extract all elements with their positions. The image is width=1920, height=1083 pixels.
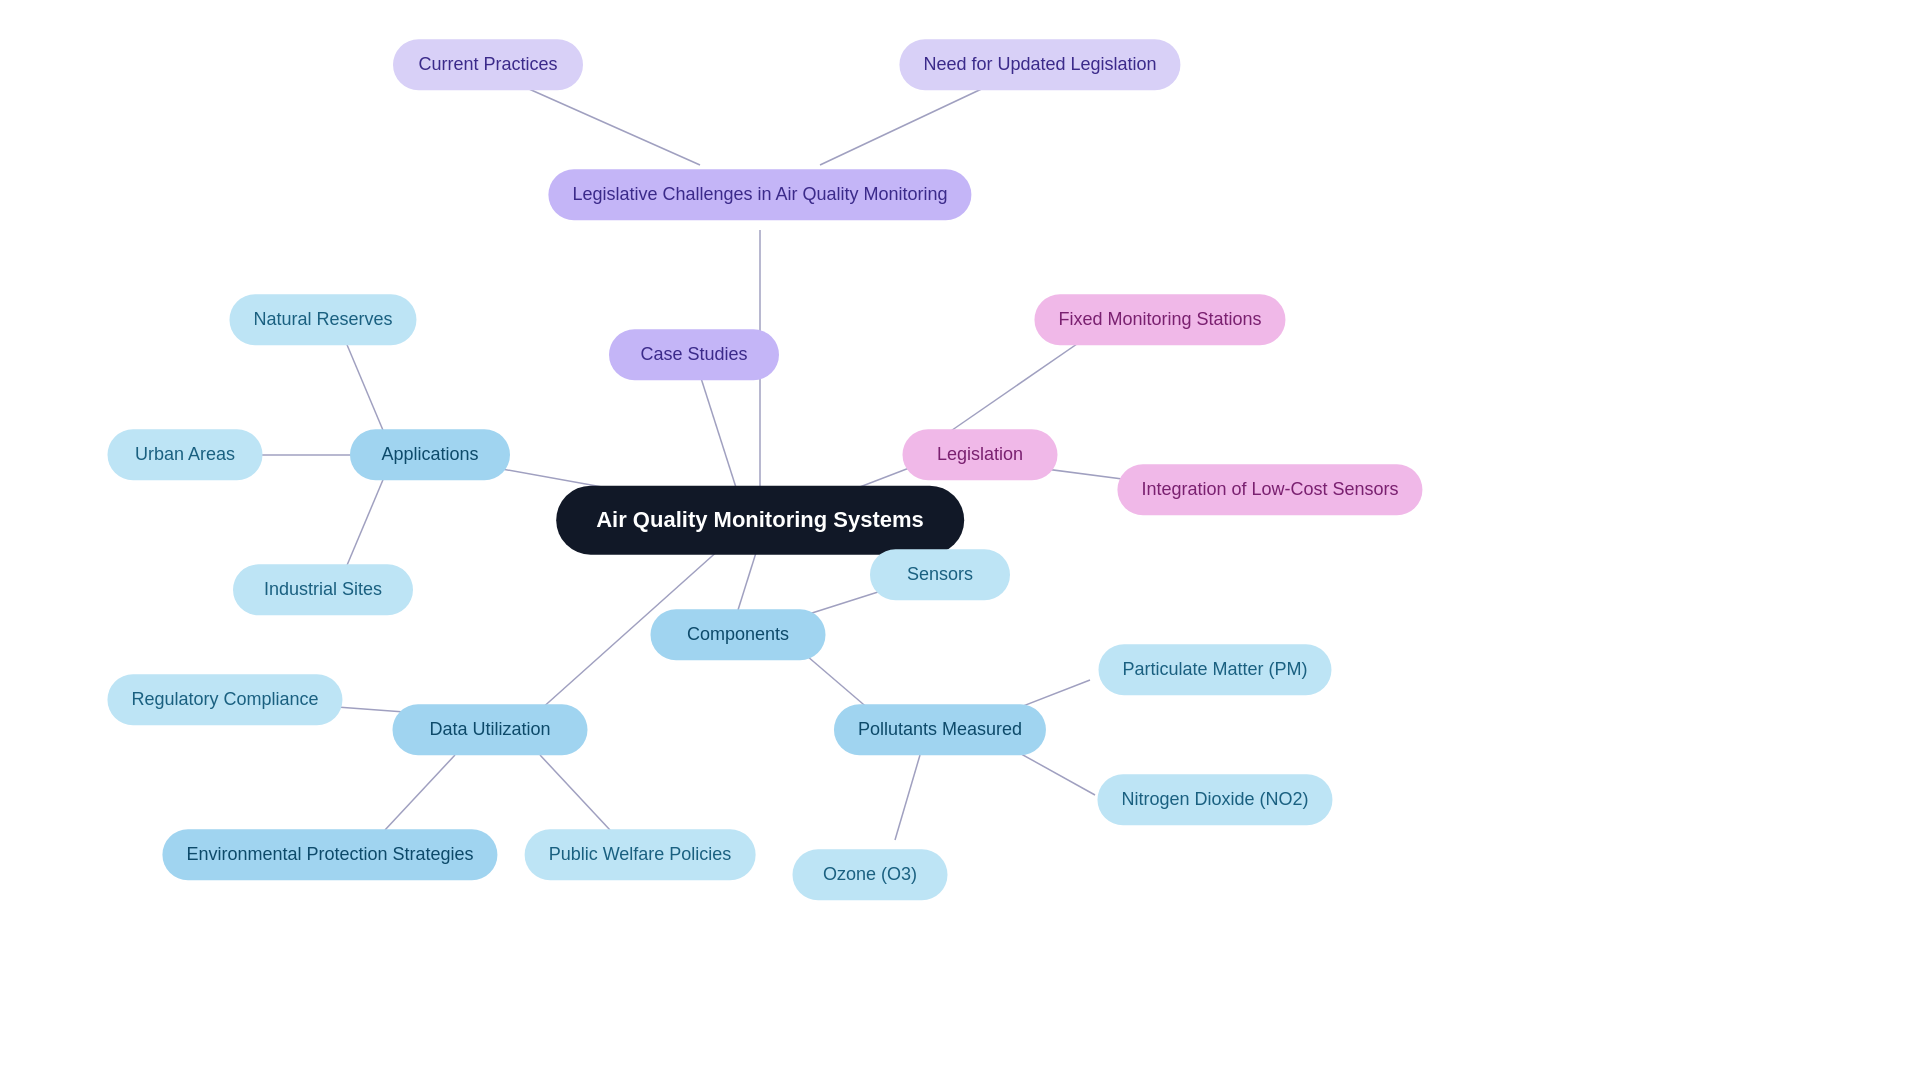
node-current-practices: Current Practices <box>393 39 583 90</box>
node-natural-reserves: Natural Reserves <box>229 294 416 345</box>
svg-line-3 <box>700 375 740 500</box>
svg-line-19 <box>385 755 455 830</box>
connections-svg <box>0 0 1920 1083</box>
node-industrial-sites: Industrial Sites <box>233 564 413 615</box>
svg-line-5 <box>345 340 385 435</box>
node-regulatory-compliance: Regulatory Compliance <box>107 674 342 725</box>
svg-line-1 <box>520 85 700 165</box>
node-center: Air Quality Monitoring Systems <box>556 486 964 555</box>
node-urban-areas: Urban Areas <box>108 429 263 480</box>
node-sensors: Sensors <box>870 549 1010 600</box>
node-ozone: Ozone (O3) <box>793 849 948 900</box>
node-applications: Applications <box>350 429 510 480</box>
svg-line-16 <box>895 755 920 840</box>
node-fixed-monitoring: Fixed Monitoring Stations <box>1034 294 1285 345</box>
node-env-protection: Environmental Protection Strategies <box>162 829 497 880</box>
svg-line-13 <box>800 650 870 710</box>
svg-line-9 <box>945 335 1090 435</box>
node-need-legislation: Need for Updated Legislation <box>899 39 1180 90</box>
node-nitrogen-dioxide: Nitrogen Dioxide (NO2) <box>1097 774 1332 825</box>
node-low-cost-sensors: Integration of Low-Cost Sensors <box>1117 464 1422 515</box>
node-public-welfare: Public Welfare Policies <box>525 829 756 880</box>
mind-map: Air Quality Monitoring Systems Legislati… <box>0 0 1920 1083</box>
node-legislation: Legislation <box>903 429 1058 480</box>
node-pollutants-measured: Pollutants Measured <box>834 704 1046 755</box>
node-case-studies: Case Studies <box>609 329 779 380</box>
node-components: Components <box>651 609 826 660</box>
node-legislative: Legislative Challenges in Air Quality Mo… <box>548 169 971 220</box>
node-particulate-matter: Particulate Matter (PM) <box>1098 644 1331 695</box>
svg-line-20 <box>540 755 610 830</box>
node-data-utilization: Data Utilization <box>393 704 588 755</box>
svg-line-7 <box>345 475 385 570</box>
svg-line-2 <box>820 85 990 165</box>
